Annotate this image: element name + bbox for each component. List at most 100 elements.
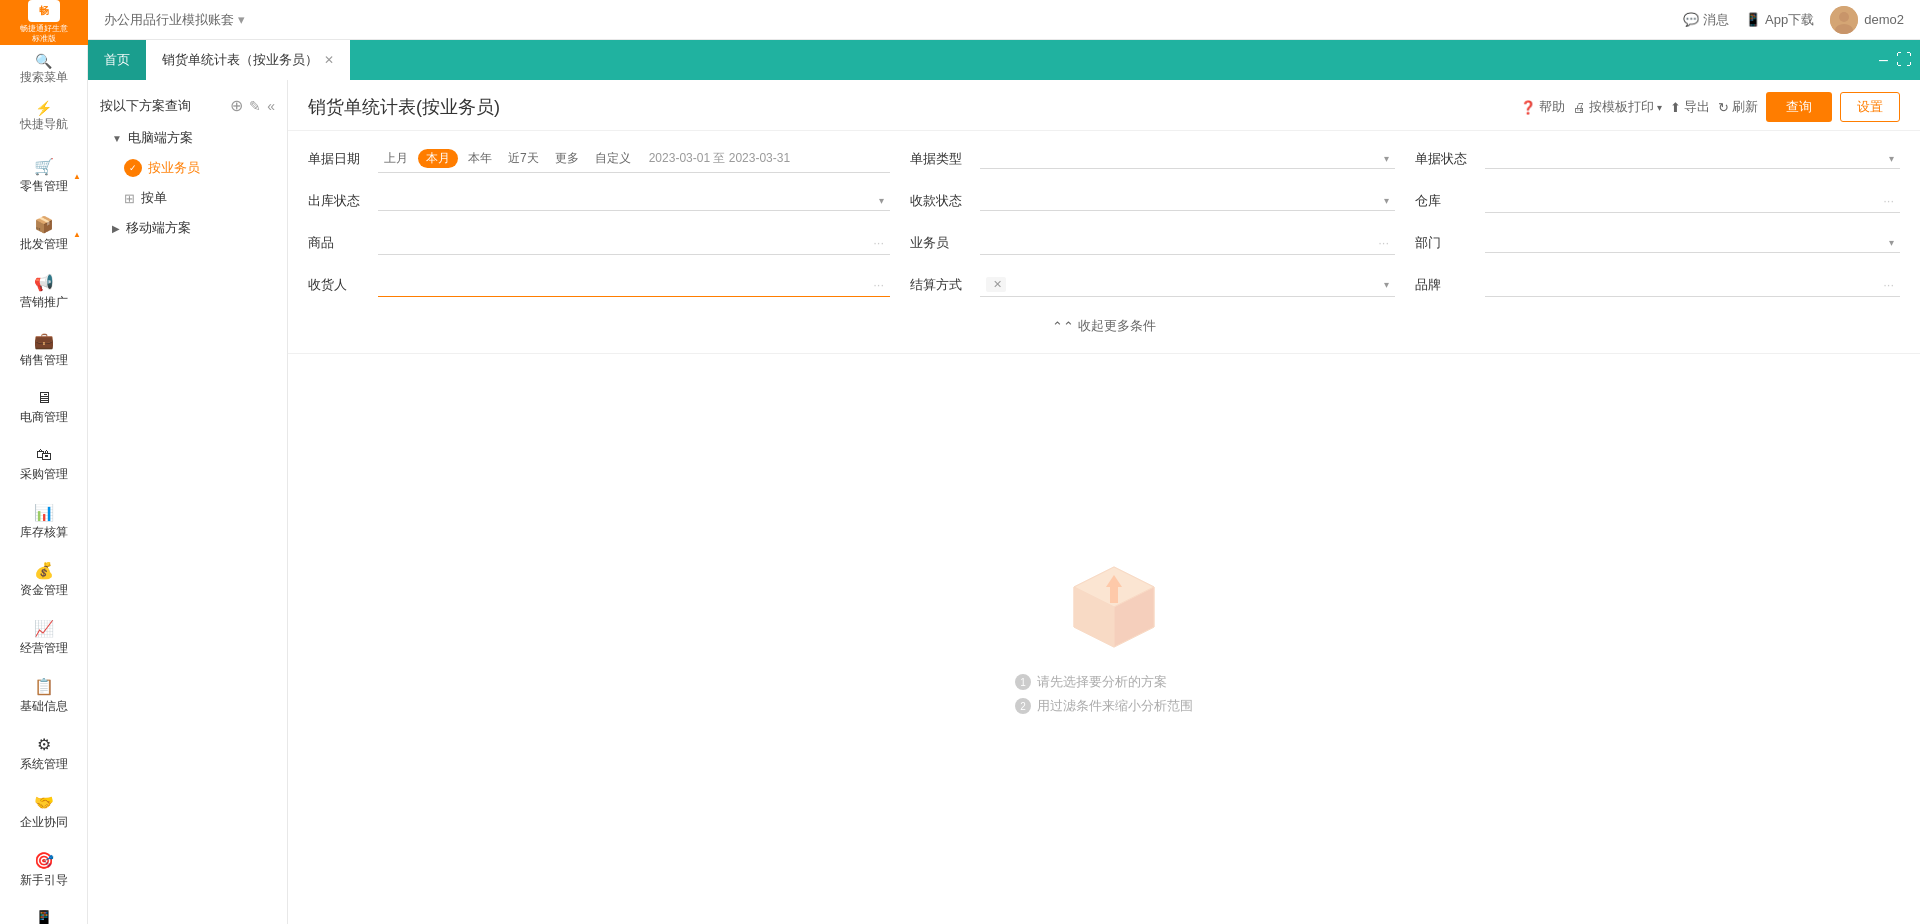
tip-num-2: 2 [1015,698,1031,714]
tab-maximize-icon[interactable]: ⛶ [1896,51,1912,69]
template-print-btn[interactable]: 🖨 按模板打印 ▾ [1573,98,1662,116]
refresh-btn[interactable]: ↻ 刷新 [1718,98,1758,116]
receiver-label: 收货人 [308,276,378,294]
grid-icon: ⊞ [124,191,135,206]
left-panel-action-icons: ⊕ ✎ « [230,96,275,115]
goods-dots[interactable]: ··· [873,235,884,250]
sidebar-item-ecommerce[interactable]: 🖥 电商管理 [0,379,87,436]
tree-item-mobile[interactable]: ▶ 移动端方案 [88,213,287,243]
warehouse-label: 仓库 [1415,192,1485,210]
pay-status-dropdown[interactable]: ▾ [980,191,1395,211]
out-status-arrow: ▾ [879,195,884,206]
sidebar-item-system[interactable]: ⚙ 系统管理 [0,725,87,783]
tab-minimize-icon[interactable]: – [1879,51,1888,69]
breadcrumb[interactable]: 办公用品行业模拟账套 ▾ [104,11,245,29]
date-filter-control: 上月 本月 本年 近7天 更多 自定义 2023-03-01 至 2023-03… [378,145,890,173]
settings-button[interactable]: 设置 [1840,92,1900,122]
sidebar-item-app[interactable]: 📱 应用中心 [0,899,87,924]
dept-dropdown[interactable]: ▾ [1485,233,1900,253]
right-panel: 销货单统计表(按业务员) ❓ 帮助 🖨 按模板打印 ▾ ⬆ 导出 [288,80,1920,924]
topbar-left: 办公用品行业模拟账套 ▾ [104,11,245,29]
sidebar-item-guide[interactable]: 🎯 新手引导 [0,841,87,899]
pay-status-arrow: ▾ [1384,195,1389,206]
filter-brand: 品牌 ··· [1415,269,1900,301]
goods-label: 商品 [308,234,378,252]
edit-scheme-icon[interactable]: ✎ [249,98,261,114]
date-tab-last-month[interactable]: 上月 [378,149,414,168]
filter-goods: 商品 ··· [308,227,890,259]
add-scheme-icon[interactable]: ⊕ [230,96,243,115]
out-status-dropdown[interactable]: ▾ [378,191,890,211]
salesman-input[interactable]: ··· [980,231,1395,255]
date-tab-more[interactable]: 更多 [549,149,585,168]
doc-status-dropdown[interactable]: ▾ [1485,149,1900,169]
logo-sub: 标准版 [20,34,68,44]
receiver-input[interactable]: ··· [378,273,890,297]
salesman-dots[interactable]: ··· [1378,235,1389,250]
sidebar-item-wholesale[interactable]: 📦 批发管理 [0,205,87,263]
svg-point-1 [1839,12,1849,22]
tree-item-by-salesman[interactable]: ✓ 按业务员 [88,153,287,183]
tab-sales-report-label: 销货单统计表（按业务员） [162,51,318,69]
breadcrumb-arrow[interactable]: ▾ [238,12,245,27]
sidebar-item-finance[interactable]: 💰 资金管理 [0,551,87,609]
filter-settlement: 结算方式 ✕ ▾ [910,269,1395,301]
empty-icon [1054,557,1154,657]
out-status-label: 出库状态 [308,192,378,210]
filter-row-1: 单据日期 上月 本月 本年 近7天 更多 自定义 2023-03-01 至 20… [308,143,1900,175]
quick-nav[interactable]: ⚡ 快捷导航 [0,94,87,139]
help-icon: ❓ [1520,100,1536,115]
goods-input[interactable]: ··· [378,231,890,255]
sidebar-item-inventory[interactable]: 📊 库存核算 [0,493,87,551]
query-button[interactable]: 查询 [1766,92,1832,122]
topbar: 办公用品行业模拟账套 ▾ 💬 消息 📱 App下载 [88,0,1920,40]
sidebar-item-purchase[interactable]: 🛍 采购管理 [0,436,87,493]
selected-scheme-icon: ✓ [124,159,142,177]
refresh-icon: ↻ [1718,100,1729,115]
help-btn[interactable]: ❓ 帮助 [1520,98,1565,116]
date-tabs: 上月 本月 本年 近7天 更多 自定义 [378,149,637,168]
tab-close-icon[interactable]: ✕ [324,53,334,67]
settlement-dropdown[interactable]: ✕ ▾ [980,273,1395,297]
brand-dots[interactable]: ··· [1883,277,1894,292]
warehouse-dots[interactable]: ··· [1883,193,1894,208]
sidebar-item-retail[interactable]: 🛒 零售管理 [0,147,87,205]
tab-expand-icon[interactable]: – ⛶ [1879,51,1912,69]
doc-type-dropdown[interactable]: ▾ [980,149,1395,169]
tree-item-desktop[interactable]: ▼ 电脑端方案 [88,123,287,153]
date-tab-this-month[interactable]: 本月 [418,149,458,168]
sidebar-item-marketing[interactable]: 📢 营销推广 [0,263,87,321]
avatar [1830,6,1858,34]
date-tab-custom[interactable]: 自定义 [589,149,637,168]
collapse-arrow-icon: ⌃⌃ [1052,319,1074,334]
settlement-tag-remove[interactable]: ✕ [993,278,1002,291]
date-tab-7days[interactable]: 近7天 [502,149,545,168]
export-btn[interactable]: ⬆ 导出 [1670,98,1710,116]
user-avatar[interactable]: demo2 [1830,6,1904,34]
app-download-btn[interactable]: 📱 App下载 [1745,11,1814,29]
receiver-dots[interactable]: ··· [873,277,884,292]
sidebar-item-collab[interactable]: 🤝 企业协同 [0,783,87,841]
sidebar-item-sales[interactable]: 💼 销售管理 [0,321,87,379]
sidebar-item-operations[interactable]: 📈 经营管理 [0,609,87,667]
app-download-icon: 📱 [1745,12,1761,27]
tabbar: 首页 销货单统计表（按业务员） ✕ – ⛶ [88,40,1920,80]
sidebar-logo[interactable]: 畅 畅捷通好生意 标准版 [0,0,88,45]
search-menu[interactable]: 🔍 搜索菜单 [0,45,87,94]
date-tab-this-year[interactable]: 本年 [462,149,498,168]
collapse-filters-btn[interactable]: ⌃⌃ 收起更多条件 [308,311,1900,341]
tab-home[interactable]: 首页 [88,40,146,80]
warehouse-input[interactable]: ··· [1485,189,1900,213]
pay-status-label: 收款状态 [910,192,980,210]
date-range-display: 2023-03-01 至 2023-03-31 [649,150,790,167]
brand-input[interactable]: ··· [1485,273,1900,297]
message-btn[interactable]: 💬 消息 [1683,11,1729,29]
sidebar-item-basic-info[interactable]: 📋 基础信息 [0,667,87,725]
main-area: 办公用品行业模拟账套 ▾ 💬 消息 📱 App下载 [88,0,1920,924]
collapse-panel-icon[interactable]: « [267,98,275,114]
empty-state: 1 请先选择要分析的方案 2 用过滤条件来缩小分析范围 [288,354,1920,924]
doc-type-arrow: ▾ [1384,153,1389,164]
empty-tip-2: 用过滤条件来缩小分析范围 [1037,697,1193,715]
tree-item-by-order[interactable]: ⊞ 按单 [88,183,287,213]
tab-sales-report[interactable]: 销货单统计表（按业务员） ✕ [146,40,350,80]
